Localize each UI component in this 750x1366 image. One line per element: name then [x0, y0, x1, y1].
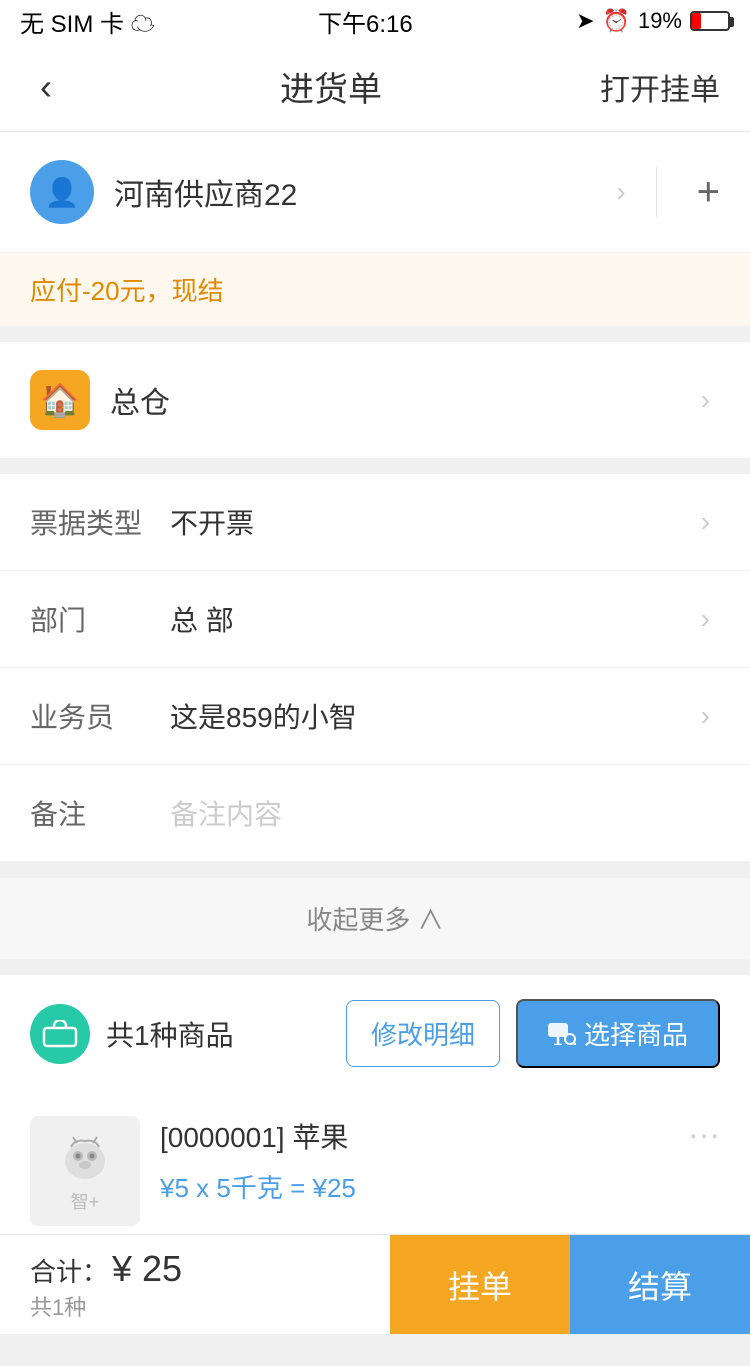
warehouse-section: 🏠 总仓 › — [0, 342, 750, 458]
battery-icon — [690, 11, 730, 31]
product-thumbnail: 智+ — [30, 1116, 140, 1226]
status-time: 下午6:16 — [318, 4, 413, 39]
product-code: [0000001] — [160, 1122, 292, 1153]
total-amount: ¥ 25 — [112, 1248, 182, 1290]
bottom-bar: 合计： ¥ 25 共1种 挂单 结算 — [0, 1234, 750, 1334]
sales-value: 这是859的小智 — [170, 696, 701, 736]
form-section: 票据类型 不开票 › 部门 总 部 › 业务员 这是859的小智 › 备注 备注… — [0, 474, 750, 862]
total-count: 共1种 — [30, 1290, 360, 1322]
location-icon: ➤ — [576, 8, 594, 34]
sales-label: 业务员 — [30, 696, 170, 736]
unit-price: ¥5 x — [160, 1173, 216, 1203]
warehouse-row[interactable]: 🏠 总仓 › — [0, 342, 750, 458]
nav-bar: ‹ 进货单 打开挂单 — [0, 42, 750, 132]
supplier-section: 👤 河南供应商22 › + 应付-20元，现结 — [0, 132, 750, 326]
more-button[interactable]: ··· — [688, 1116, 720, 1153]
status-bar: 无 SIM 卡 ☁ 下午6:16 ➤ ⏰ 19% — [0, 0, 750, 42]
product-section: 共1种商品 修改明细 选择商品 — [0, 975, 750, 1250]
supplier-divider — [656, 167, 657, 217]
status-left: 无 SIM 卡 ☁ — [20, 4, 155, 39]
total-section: 合计： ¥ 25 共1种 — [0, 1235, 390, 1334]
page-title: 进货单 — [280, 62, 382, 111]
dept-label: 部门 — [30, 599, 170, 639]
supplier-row[interactable]: 👤 河南供应商22 › + — [0, 132, 750, 253]
select-product-button[interactable]: 选择商品 — [516, 999, 720, 1068]
notice-row: 应付-20元，现结 — [0, 253, 750, 326]
note-label: 备注 — [30, 793, 170, 833]
alarm-icon: ⏰ — [603, 8, 630, 34]
sales-chevron-icon: › — [701, 700, 710, 732]
brand-label: 智+ — [71, 1188, 100, 1214]
ticket-label: 票据类型 — [30, 502, 170, 542]
product-count: 共1种商品 — [106, 1014, 330, 1054]
product-icon — [30, 1004, 90, 1064]
product-item: 智+ [0000001] 苹果 ¥5 x 5千克 = ¥25 ··· — [0, 1092, 750, 1250]
qty-value: 5千克 — [216, 1173, 282, 1203]
hang-button[interactable]: 挂单 — [390, 1235, 570, 1334]
status-right: ➤ ⏰ 19% — [576, 8, 730, 34]
product-name: [0000001] 苹果 — [160, 1116, 668, 1156]
open-hang-button[interactable]: 打开挂单 — [600, 65, 720, 109]
product-info: [0000001] 苹果 ¥5 x 5千克 = ¥25 — [160, 1116, 668, 1205]
ticket-chevron-icon: › — [701, 506, 710, 538]
warehouse-icon: 🏠 — [30, 370, 90, 430]
avatar-icon: 👤 — [45, 176, 80, 209]
edit-detail-button[interactable]: 修改明细 — [346, 1000, 500, 1067]
checkout-button[interactable]: 结算 — [570, 1235, 750, 1334]
battery-percent: 19% — [638, 8, 682, 34]
ticket-row[interactable]: 票据类型 不开票 › — [0, 474, 750, 571]
sim-status: 无 SIM 卡 ☁ — [20, 4, 155, 39]
supplier-name: 河南供应商22 — [114, 170, 616, 214]
ticket-value: 不开票 — [170, 502, 701, 542]
warehouse-name: 总仓 — [110, 378, 701, 422]
equals-sign: = — [290, 1173, 312, 1203]
product-price: ¥5 x 5千克 = ¥25 — [160, 1168, 668, 1205]
product-title: 苹果 — [292, 1122, 348, 1153]
dept-chevron-icon: › — [701, 603, 710, 635]
select-product-label: 选择商品 — [584, 1015, 688, 1052]
collapse-button[interactable]: 收起更多 ∧ — [0, 878, 750, 959]
dept-value: 总 部 — [170, 599, 701, 639]
note-input[interactable]: 备注内容 — [170, 793, 720, 833]
supplier-avatar: 👤 — [30, 160, 94, 224]
supplier-chevron-icon: › — [616, 176, 625, 208]
add-button[interactable]: + — [697, 170, 720, 215]
warehouse-chevron-icon: › — [701, 384, 710, 416]
total-label: 合计： — [30, 1252, 108, 1289]
back-button[interactable]: ‹ — [30, 56, 62, 118]
sales-row[interactable]: 业务员 这是859的小智 › — [0, 668, 750, 765]
dept-row[interactable]: 部门 总 部 › — [0, 571, 750, 668]
note-row[interactable]: 备注 备注内容 — [0, 765, 750, 862]
total-price: ¥25 — [313, 1173, 356, 1203]
product-header: 共1种商品 修改明细 选择商品 — [0, 975, 750, 1092]
